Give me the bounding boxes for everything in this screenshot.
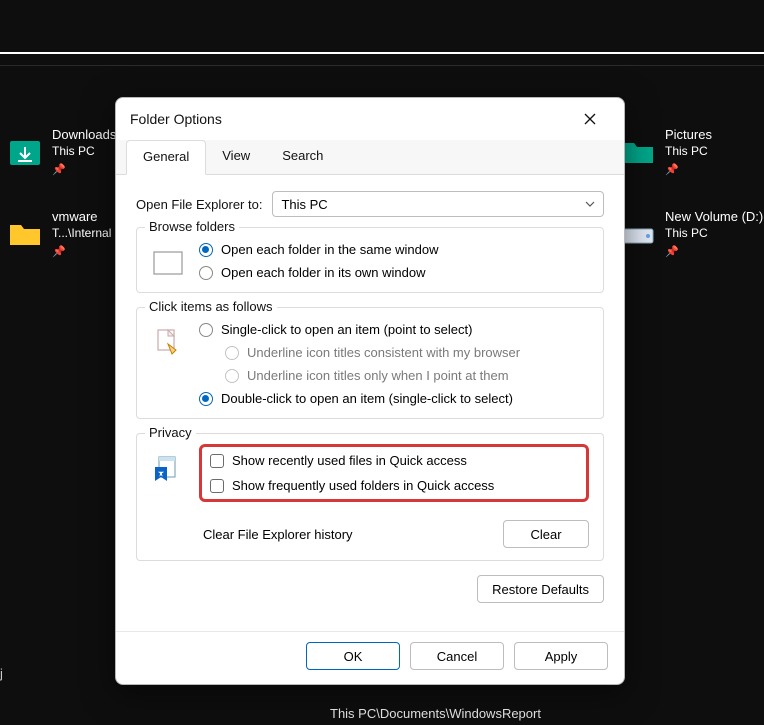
folder-icon bbox=[8, 137, 42, 167]
show-frequent-folders-option[interactable]: Show frequently used folders in Quick ac… bbox=[210, 478, 578, 493]
folder-item[interactable]: Downloads This PC 📌 bbox=[8, 124, 116, 180]
window-icon bbox=[151, 246, 185, 280]
show-frequent-folders-checkbox[interactable] bbox=[210, 479, 224, 493]
folder-icon bbox=[621, 137, 655, 167]
underline-browser-option: Underline icon titles consistent with my… bbox=[225, 345, 589, 360]
single-click-option[interactable]: Single-click to open an item (point to s… bbox=[199, 322, 589, 337]
clear-button[interactable]: Clear bbox=[503, 520, 589, 548]
quick-access-icon bbox=[151, 452, 185, 486]
folder-options-dialog: Folder Options General View Search Open … bbox=[115, 97, 625, 685]
restore-defaults-button[interactable]: Restore Defaults bbox=[477, 575, 604, 603]
pin-icon: 📌 bbox=[52, 244, 111, 261]
open-explorer-combo[interactable]: This PC bbox=[272, 191, 604, 217]
clear-history-label: Clear File Explorer history bbox=[203, 527, 353, 542]
folder-location: This PC bbox=[52, 143, 116, 160]
folder-location: This PC bbox=[665, 143, 712, 160]
folder-item[interactable]: Pictures This PC 📌 bbox=[621, 124, 712, 180]
folder-name: New Volume (D:) bbox=[665, 208, 763, 225]
tab-search[interactable]: Search bbox=[266, 140, 339, 174]
privacy-group: Privacy Show recently used files in Qui bbox=[136, 433, 604, 561]
folder-location: This PC bbox=[665, 225, 763, 242]
browse-own-window-radio[interactable] bbox=[199, 266, 213, 280]
tab-general[interactable]: General bbox=[126, 140, 206, 175]
folder-name: Downloads bbox=[52, 126, 116, 143]
browse-same-window-radio[interactable] bbox=[199, 243, 213, 257]
click-items-group: Click items as follows Single-click to o… bbox=[136, 307, 604, 419]
browse-folders-legend: Browse folders bbox=[145, 219, 239, 234]
tab-bar: General View Search bbox=[116, 140, 624, 175]
dialog-title: Folder Options bbox=[130, 111, 222, 127]
open-explorer-label: Open File Explorer to: bbox=[136, 197, 262, 212]
cancel-button[interactable]: Cancel bbox=[410, 642, 504, 670]
folder-icon bbox=[8, 219, 42, 249]
breadcrumb: This PC\Documents\WindowsReport bbox=[0, 701, 764, 725]
folder-item[interactable]: New Volume (D:) This PC 📌 bbox=[621, 206, 763, 262]
close-icon bbox=[584, 113, 596, 125]
click-doc-icon bbox=[151, 326, 185, 360]
open-explorer-value: This PC bbox=[281, 197, 327, 212]
pin-icon: 📌 bbox=[665, 162, 712, 179]
tab-view[interactable]: View bbox=[206, 140, 266, 174]
show-recent-files-checkbox[interactable] bbox=[210, 454, 224, 468]
double-click-option[interactable]: Double-click to open an item (single-cli… bbox=[199, 391, 589, 406]
underline-browser-radio bbox=[225, 346, 239, 360]
underline-point-option: Underline icon titles only when I point … bbox=[225, 368, 589, 383]
double-click-radio[interactable] bbox=[199, 392, 213, 406]
folder-location: T...\Internal bbox=[52, 225, 111, 242]
pin-icon: 📌 bbox=[665, 244, 763, 261]
apply-button[interactable]: Apply bbox=[514, 642, 608, 670]
browse-same-window-option[interactable]: Open each folder in the same window bbox=[199, 242, 589, 257]
privacy-legend: Privacy bbox=[145, 425, 196, 440]
pin-icon: 📌 bbox=[52, 162, 116, 179]
privacy-highlight-box: Show recently used files in Quick access… bbox=[199, 444, 589, 502]
show-recent-files-option[interactable]: Show recently used files in Quick access bbox=[210, 453, 578, 468]
browse-folders-group: Browse folders Open each folder in the s… bbox=[136, 227, 604, 293]
folder-name: Pictures bbox=[665, 126, 712, 143]
close-button[interactable] bbox=[570, 104, 610, 134]
underline-point-radio bbox=[225, 369, 239, 383]
folder-item[interactable]: vmware T...\Internal 📌 bbox=[8, 206, 111, 262]
browse-own-window-option[interactable]: Open each folder in its own window bbox=[199, 265, 589, 280]
chevron-down-icon bbox=[585, 199, 595, 209]
single-click-radio[interactable] bbox=[199, 323, 213, 337]
click-items-legend: Click items as follows bbox=[145, 299, 277, 314]
folder-icon bbox=[621, 219, 655, 249]
folder-name: vmware bbox=[52, 208, 111, 225]
ok-button[interactable]: OK bbox=[306, 642, 400, 670]
